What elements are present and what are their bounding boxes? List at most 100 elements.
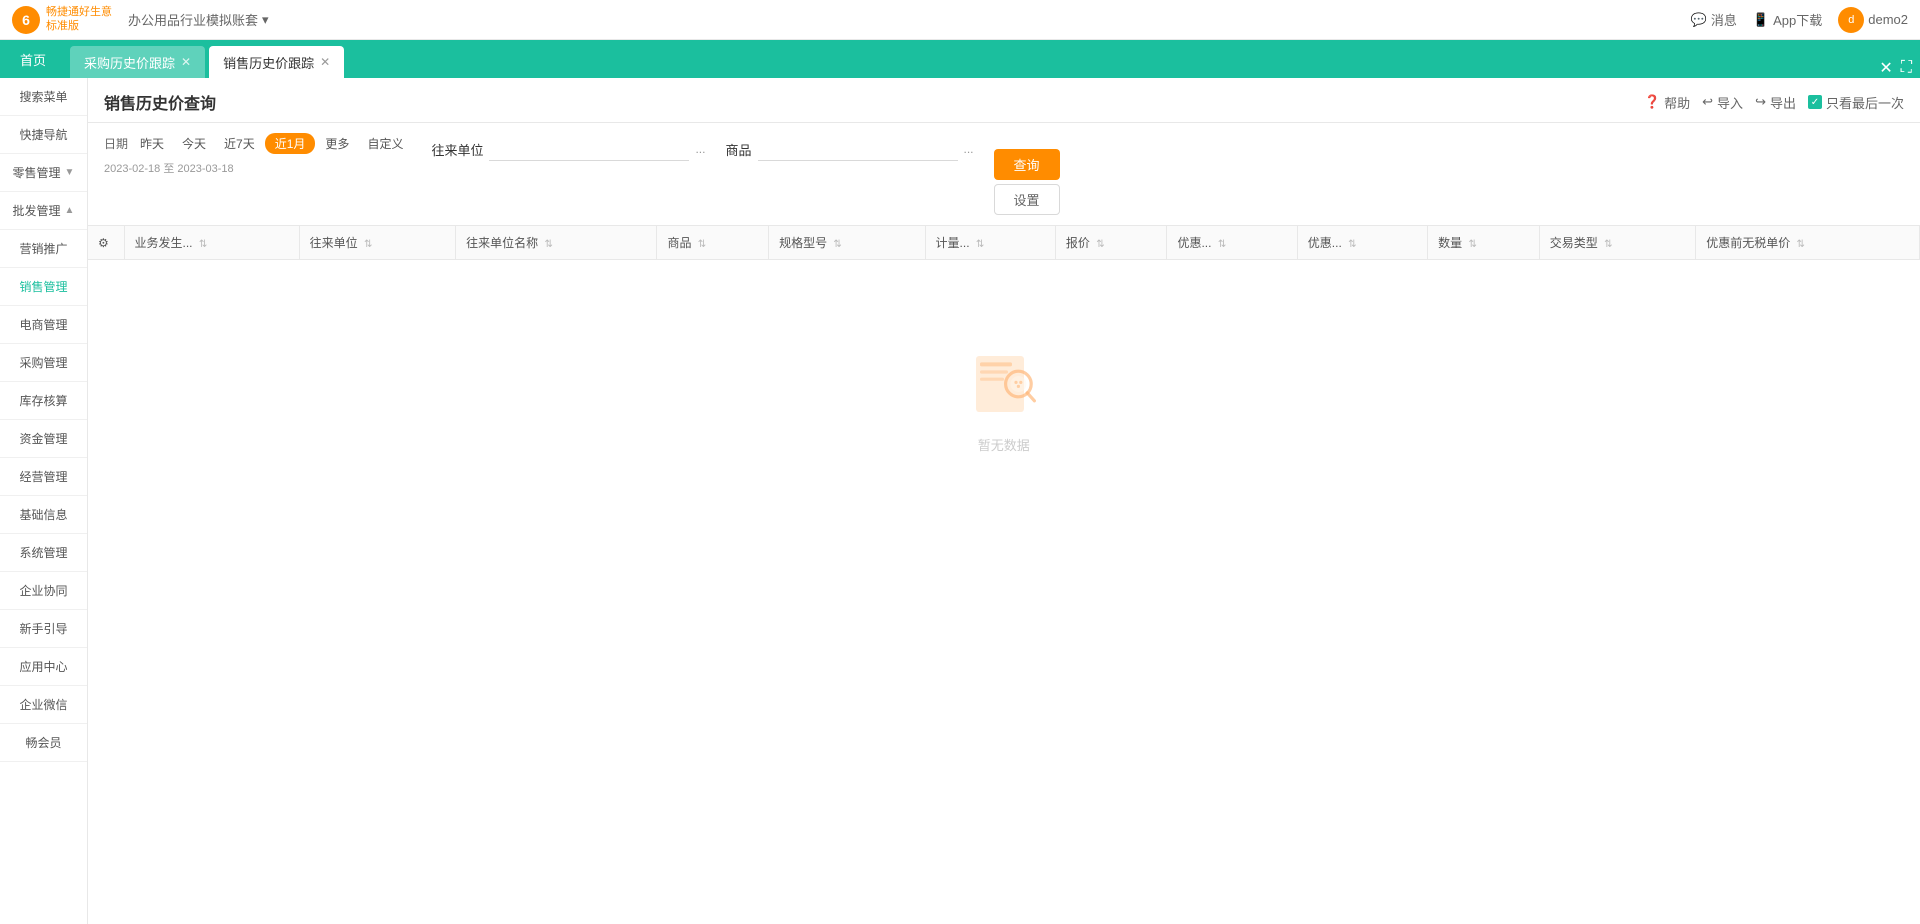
enterprise-collab-label: 企业协同	[19, 582, 67, 599]
new-guide-label: 新手引导	[19, 620, 67, 637]
table-col-partner-code[interactable]: 往来单位 ⇅	[299, 226, 455, 260]
product-filter-label: 商品	[725, 140, 751, 159]
import-label: 导入	[1717, 93, 1743, 112]
table-col-spec[interactable]: 规格型号 ⇅	[769, 226, 925, 260]
sort-icon-discount2: ⇅	[1348, 239, 1356, 250]
date-btn-custom[interactable]: 自定义	[359, 133, 411, 154]
table-col-product[interactable]: 商品 ⇅	[657, 226, 769, 260]
sidebar-item-ecommerce-mgmt[interactable]: 电商管理	[0, 306, 87, 344]
table-header-row: ⚙ 业务发生... ⇅ 往来单位 ⇅ 往来单位名称 ⇅	[88, 226, 1920, 260]
table-col-discount2[interactable]: 优惠... ⇅	[1297, 226, 1427, 260]
product-ellipsis[interactable]: ...	[964, 142, 974, 156]
search-menu-label: 搜索菜单	[19, 88, 67, 105]
table-col-discount1[interactable]: 优惠... ⇅	[1167, 226, 1297, 260]
sort-icon-unit: ⇅	[976, 239, 984, 250]
page-header-actions: ❓ 帮助 ↩ 导入 ↪ 导出 ✓ 只看最后一次	[1644, 93, 1904, 112]
table-col-quantity[interactable]: 数量 ⇅	[1428, 226, 1540, 260]
retail-mgmt-label: 零售管理	[13, 164, 61, 181]
sidebar-item-wholesale-mgmt[interactable]: 批发管理 ▲	[0, 192, 87, 230]
sidebar-item-new-guide[interactable]: 新手引导	[0, 610, 87, 648]
purchase-mgmt-label: 采购管理	[19, 354, 67, 371]
user-area[interactable]: d demo2	[1838, 7, 1908, 33]
top-bar: 6 畅捷通好生意 标准版 办公用品行业模拟账套 ▾ 💬 消息 📱 App下载 d…	[0, 0, 1920, 40]
logo-area: 6 畅捷通好生意 标准版	[12, 6, 112, 34]
date-btn-1month[interactable]: 近1月	[265, 133, 316, 154]
sidebar-item-marketing[interactable]: 营销推广	[0, 230, 87, 268]
tab-purchase-history-close[interactable]: ✕	[181, 55, 191, 69]
sidebar-item-retail-mgmt[interactable]: 零售管理 ▼	[0, 154, 87, 192]
sidebar-item-sales-mgmt[interactable]: 销售管理	[0, 268, 87, 306]
partner-filter-input[interactable]	[489, 137, 689, 161]
sidebar-item-inventory[interactable]: 库存核算	[0, 382, 87, 420]
query-button[interactable]: 查询	[994, 149, 1060, 180]
retail-mgmt-arrow: ▼	[65, 167, 75, 178]
sidebar-item-enterprise-wechat[interactable]: 企业微信	[0, 686, 87, 724]
sidebar-item-enterprise-collab[interactable]: 企业协同	[0, 572, 87, 610]
app-name-label: 办公用品行业模拟账套	[128, 10, 258, 29]
data-table: ⚙ 业务发生... ⇅ 往来单位 ⇅ 往来单位名称 ⇅	[88, 226, 1920, 534]
table-col-unit[interactable]: 计量... ⇅	[925, 226, 1055, 260]
basic-info-label: 基础信息	[19, 506, 67, 523]
logo-icon: 6	[12, 6, 40, 34]
wholesale-mgmt-label: 批发管理	[13, 202, 61, 219]
tab-sales-history-close[interactable]: ✕	[320, 55, 330, 69]
help-icon: ❓	[1644, 94, 1660, 110]
date-btn-more[interactable]: 更多	[317, 133, 357, 154]
message-icon: 💬	[1691, 12, 1707, 28]
inventory-label: 库存核算	[19, 392, 67, 409]
table-col-quote[interactable]: 报价 ⇅	[1055, 226, 1167, 260]
date-btn-today[interactable]: 今天	[174, 133, 214, 154]
empty-text: 暂无数据	[978, 435, 1030, 454]
checkbox-icon: ✓	[1808, 95, 1822, 109]
app-download-btn[interactable]: 📱 App下载	[1753, 10, 1822, 29]
gear-icon: ⚙	[98, 236, 109, 250]
sidebar-item-basic-info[interactable]: 基础信息	[0, 496, 87, 534]
help-label: 帮助	[1664, 93, 1690, 112]
only-last-label: 只看最后一次	[1826, 93, 1904, 112]
partner-ellipsis[interactable]: ...	[695, 142, 705, 156]
table-col-biz-date[interactable]: 业务发生... ⇅	[124, 226, 299, 260]
tab-home[interactable]: 首页	[0, 40, 66, 78]
settings-button[interactable]: 设置	[994, 184, 1060, 215]
table-col-pretax-price[interactable]: 优惠前无税单价 ⇅	[1696, 226, 1920, 260]
sidebar-item-vip[interactable]: 畅会员	[0, 724, 87, 762]
app-selector[interactable]: 办公用品行业模拟账套 ▾	[120, 6, 277, 33]
import-btn[interactable]: ↩ 导入	[1702, 93, 1743, 112]
date-btn-yesterday[interactable]: 昨天	[132, 133, 172, 154]
sidebar-item-finance-mgmt[interactable]: 资金管理	[0, 420, 87, 458]
sidebar-item-search-menu[interactable]: 搜索菜单	[0, 78, 87, 116]
sort-icon-quantity: ⇅	[1468, 239, 1476, 250]
tab-bar: 首页 采购历史价跟踪 ✕ 销售历史价跟踪 ✕ ✕ ⛶	[0, 40, 1920, 78]
date-btn-7days[interactable]: 近7天	[216, 133, 263, 154]
table-col-trade-type[interactable]: 交易类型 ⇅	[1539, 226, 1695, 260]
sort-icon-discount1: ⇅	[1218, 239, 1226, 250]
only-last-checkbox[interactable]: ✓ 只看最后一次	[1808, 93, 1904, 112]
sort-icon-spec: ⇅	[833, 239, 841, 250]
table-col-settings[interactable]: ⚙	[88, 226, 124, 260]
avatar: d	[1838, 7, 1864, 33]
tab-sales-history[interactable]: 销售历史价跟踪 ✕	[209, 46, 344, 78]
enterprise-wechat-label: 企业微信	[19, 696, 67, 713]
sidebar-item-system-mgmt[interactable]: 系统管理	[0, 534, 87, 572]
operation-mgmt-label: 经营管理	[19, 468, 67, 485]
product-filter-input[interactable]	[758, 137, 958, 161]
sidebar-item-purchase-mgmt[interactable]: 采购管理	[0, 344, 87, 382]
quick-nav-label: 快捷导航	[19, 126, 67, 143]
table-col-partner-name[interactable]: 往来单位名称 ⇅	[456, 226, 657, 260]
sort-icon-biz-date: ⇅	[199, 239, 207, 250]
sidebar-item-app-center[interactable]: 应用中心	[0, 648, 87, 686]
sidebar-item-quick-nav[interactable]: 快捷导航	[0, 116, 87, 154]
tab-purchase-history[interactable]: 采购历史价跟踪 ✕	[70, 46, 205, 78]
sidebar-item-operation-mgmt[interactable]: 经营管理	[0, 458, 87, 496]
vip-label: 畅会员	[25, 734, 61, 751]
logo-text: 畅捷通好生意 标准版	[46, 6, 112, 32]
sort-icon-trade-type: ⇅	[1604, 239, 1612, 250]
help-btn[interactable]: ❓ 帮助	[1644, 93, 1690, 112]
sort-icon-pretax-price: ⇅	[1797, 239, 1805, 250]
empty-illustration	[954, 340, 1054, 423]
close-all-tabs-btn[interactable]: ✕	[1879, 58, 1892, 78]
empty-state-row: 暂无数据	[88, 260, 1920, 535]
fullscreen-btn[interactable]: ⛶	[1901, 59, 1912, 77]
export-btn[interactable]: ↪ 导出	[1755, 93, 1796, 112]
message-btn[interactable]: 💬 消息	[1691, 10, 1737, 29]
